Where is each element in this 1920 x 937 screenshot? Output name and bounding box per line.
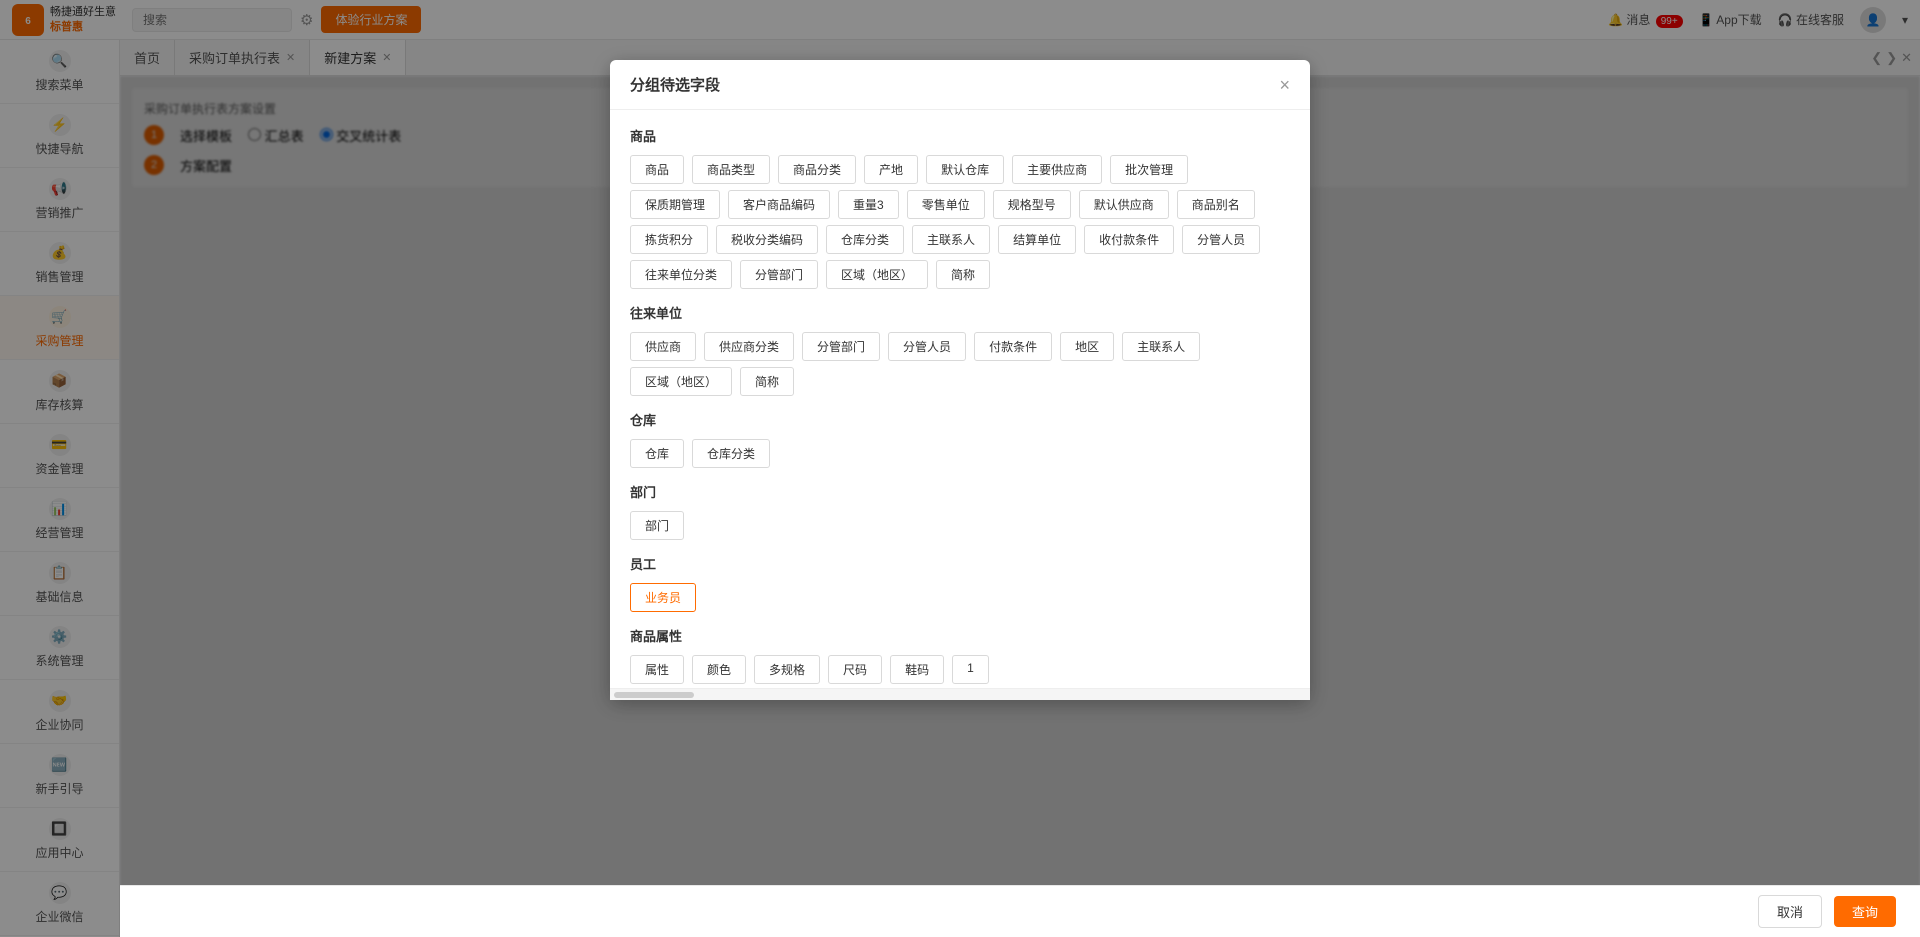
page-footer: 取消 查询 — [120, 885, 1920, 937]
field-grid-employee: 业务员 — [630, 583, 1290, 612]
field-tag[interactable]: 付款条件 — [974, 332, 1052, 361]
field-tag[interactable]: 商品类型 — [692, 155, 770, 184]
field-tag[interactable]: 仓库分类 — [692, 439, 770, 468]
modal-header: 分组待选字段 × — [610, 60, 1310, 110]
field-tag[interactable]: 尺码 — [828, 655, 882, 684]
field-tag[interactable]: 商品 — [630, 155, 684, 184]
section-title-goods: 商品 — [630, 126, 1290, 145]
modal-title: 分组待选字段 — [630, 74, 720, 95]
field-tag[interactable]: 往来单位分类 — [630, 260, 732, 289]
field-tag[interactable]: 默认供应商 — [1079, 190, 1169, 219]
modal-body: 商品 商品 商品类型 商品分类 产地 默认仓库 主要供应商 批次管理 保质期管理… — [610, 110, 1310, 688]
field-tag[interactable]: 分管人员 — [888, 332, 966, 361]
section-title-department: 部门 — [630, 482, 1290, 501]
field-grid-department: 部门 — [630, 511, 1290, 540]
field-tag[interactable]: 客户商品编码 — [728, 190, 830, 219]
field-tag[interactable]: 分管人员 — [1182, 225, 1260, 254]
field-tag[interactable]: 零售单位 — [907, 190, 985, 219]
field-tag[interactable]: 批次管理 — [1110, 155, 1188, 184]
modal-close-button[interactable]: × — [1279, 76, 1290, 94]
field-tag[interactable]: 供应商分类 — [704, 332, 794, 361]
field-tag[interactable]: 属性 — [630, 655, 684, 684]
field-tag[interactable]: 主联系人 — [912, 225, 990, 254]
field-tag[interactable]: 拣货积分 — [630, 225, 708, 254]
field-tag[interactable]: 鞋码 — [890, 655, 944, 684]
field-tag[interactable]: 商品别名 — [1177, 190, 1255, 219]
field-grid-goods-3: 拣货积分 税收分类编码 仓库分类 主联系人 结算单位 收付款条件 分管人员 — [630, 225, 1290, 254]
field-tag[interactable]: 主联系人 — [1122, 332, 1200, 361]
section-title-product-attr: 商品属性 — [630, 626, 1290, 645]
field-tag[interactable]: 主要供应商 — [1012, 155, 1102, 184]
field-tag[interactable]: 规格型号 — [993, 190, 1071, 219]
field-tag[interactable]: 部门 — [630, 511, 684, 540]
field-tag[interactable]: 颜色 — [692, 655, 746, 684]
section-title-employee: 员工 — [630, 554, 1290, 573]
field-tag[interactable]: 仓库 — [630, 439, 684, 468]
field-tag[interactable]: 默认仓库 — [926, 155, 1004, 184]
field-grid-goods: 商品 商品类型 商品分类 产地 默认仓库 主要供应商 批次管理 — [630, 155, 1290, 184]
modal-hscroll[interactable] — [610, 688, 1310, 700]
field-tag[interactable]: 分管部门 — [802, 332, 880, 361]
field-tag[interactable]: 结算单位 — [998, 225, 1076, 254]
field-grid-partner: 供应商 供应商分类 分管部门 分管人员 付款条件 地区 主联系人 — [630, 332, 1290, 361]
field-grid-product-attr: 属性 颜色 多规格 尺码 鞋码 1 — [630, 655, 1290, 684]
field-tag[interactable]: 区域（地区） — [826, 260, 928, 289]
field-tag[interactable]: 分管部门 — [740, 260, 818, 289]
field-tag[interactable]: 供应商 — [630, 332, 696, 361]
field-tag[interactable]: 多规格 — [754, 655, 820, 684]
section-title-partner: 往来单位 — [630, 303, 1290, 322]
field-grid-goods-2: 保质期管理 客户商品编码 重量3 零售单位 规格型号 默认供应商 商品别名 — [630, 190, 1290, 219]
field-tag[interactable]: 业务员 — [630, 583, 696, 612]
field-tag[interactable]: 商品分类 — [778, 155, 856, 184]
field-tag[interactable]: 保质期管理 — [630, 190, 720, 219]
field-tag[interactable]: 区域（地区） — [630, 367, 732, 396]
field-tag[interactable]: 税收分类编码 — [716, 225, 818, 254]
field-tag[interactable]: 仓库分类 — [826, 225, 904, 254]
field-tag[interactable]: 产地 — [864, 155, 918, 184]
field-tag[interactable]: 简称 — [936, 260, 990, 289]
section-title-warehouse: 仓库 — [630, 410, 1290, 429]
field-tag[interactable]: 地区 — [1060, 332, 1114, 361]
cancel-button[interactable]: 取消 — [1758, 895, 1822, 928]
field-tag[interactable]: 1 — [952, 655, 989, 684]
modal-overlay: 分组待选字段 × 商品 商品 商品类型 商品分类 产地 默认仓库 主要供应商 批… — [0, 0, 1920, 937]
field-grid-partner-2: 区域（地区） 简称 — [630, 367, 1290, 396]
modal-dialog: 分组待选字段 × 商品 商品 商品类型 商品分类 产地 默认仓库 主要供应商 批… — [610, 60, 1310, 700]
field-tag[interactable]: 简称 — [740, 367, 794, 396]
field-tag[interactable]: 重量3 — [838, 190, 899, 219]
field-tag[interactable]: 收付款条件 — [1084, 225, 1174, 254]
field-grid-goods-4: 往来单位分类 分管部门 区域（地区） 简称 — [630, 260, 1290, 289]
confirm-button[interactable]: 查询 — [1834, 896, 1896, 927]
field-grid-warehouse: 仓库 仓库分类 — [630, 439, 1290, 468]
